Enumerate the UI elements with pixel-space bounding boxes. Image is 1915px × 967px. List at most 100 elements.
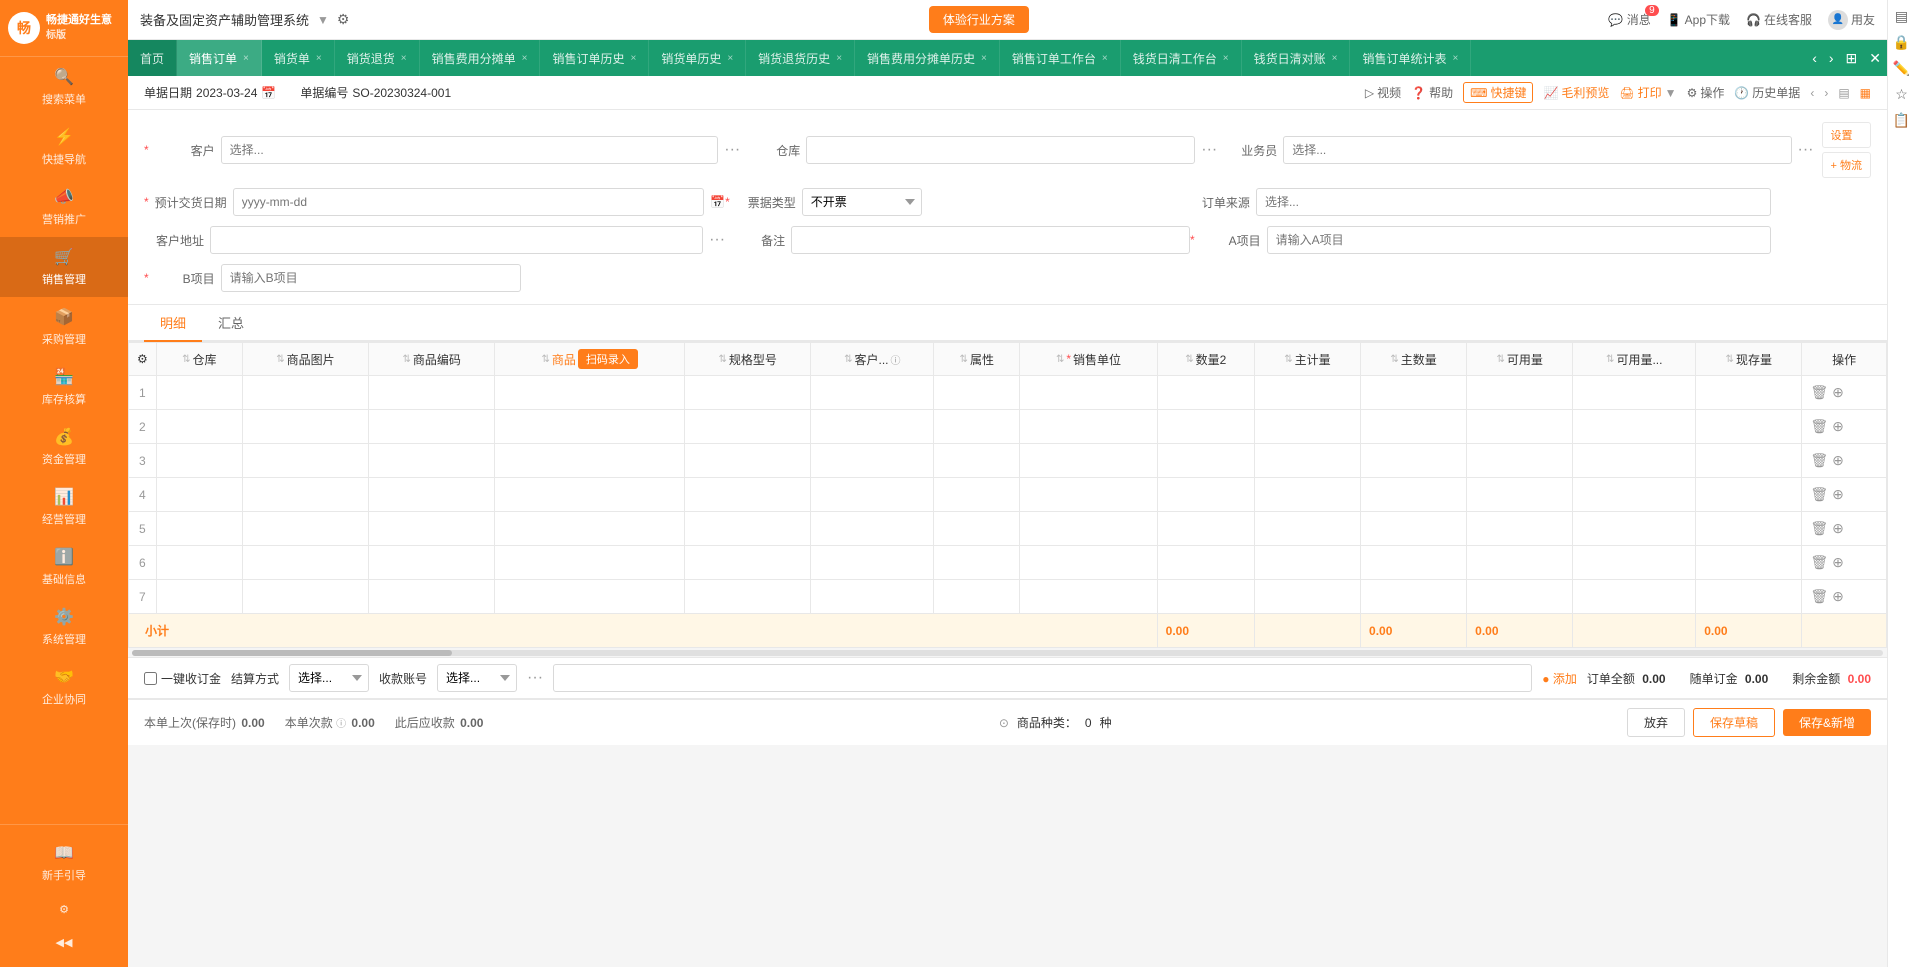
row-6-customer-code[interactable] (811, 546, 934, 580)
view-action[interactable]: ▷ 视频 (1365, 84, 1401, 101)
row-7-main-qty[interactable] (1361, 580, 1467, 614)
tab-close-return-history[interactable]: × (836, 53, 842, 64)
tab-close-sales-return[interactable]: × (401, 53, 407, 64)
row-2-customer-code[interactable] (811, 410, 934, 444)
row-2-attribute[interactable] (934, 410, 1020, 444)
row-6-attribute[interactable] (934, 546, 1020, 580)
operation-action[interactable]: ⚙ 操作 (1687, 84, 1725, 101)
copy-icon-4[interactable]: ⊕ (1832, 486, 1844, 503)
row-2-main-unit[interactable] (1254, 410, 1360, 444)
online-support[interactable]: 🎧 在线客服 (1746, 11, 1812, 28)
tab-order-workbench[interactable]: 销售订单工作台 × (1000, 40, 1121, 76)
tab-close-cash-daily[interactable]: × (1223, 53, 1229, 64)
sidebar-item-quick-nav[interactable]: ⚡ 快捷导航 (0, 117, 128, 177)
row-2-qty2[interactable] (1157, 410, 1254, 444)
tab-cash-reconcile[interactable]: 钱货日清对账 × (1242, 40, 1351, 76)
tab-sales-expense[interactable]: 销售费用分摊单 × (420, 40, 541, 76)
sidebar-collapse-btn[interactable]: ◀◀ (0, 926, 128, 959)
row-2-warehouse[interactable] (156, 410, 242, 444)
settings-gear-icon[interactable]: ⚙ (337, 11, 350, 28)
delete-icon-5[interactable]: 🗑 (1810, 520, 1828, 537)
tab-invoice-history[interactable]: 销货单历史 × (649, 40, 746, 76)
row-2-product[interactable] (495, 410, 685, 444)
tab-detail[interactable]: 明细 (144, 305, 202, 342)
customer-more-icon[interactable]: ··· (724, 141, 740, 159)
sidebar-item-search[interactable]: 🔍 搜索菜单 (0, 57, 128, 117)
amount-input[interactable]: 0.00 (553, 664, 1532, 692)
copy-icon-3[interactable]: ⊕ (1832, 452, 1844, 469)
row-5-unit[interactable] (1020, 512, 1157, 546)
help-action[interactable]: ❓ 帮助 (1411, 84, 1453, 101)
sidebar-settings-btn[interactable]: ⚙ (0, 893, 128, 926)
solution-btn[interactable]: 体验行业方案 (929, 6, 1029, 33)
app-download[interactable]: 📱 App下载 (1667, 11, 1730, 28)
row-6-warehouse[interactable] (156, 546, 242, 580)
row-1-product[interactable] (495, 376, 685, 410)
tab-sales-stats[interactable]: 销售订单统计表 × (1350, 40, 1471, 76)
sidebar-item-system[interactable]: ⚙️ 系统管理 (0, 597, 128, 657)
sidebar-item-marketing[interactable]: 📣 营销推广 (0, 177, 128, 237)
row-1-qty2[interactable] (1157, 376, 1254, 410)
delete-icon-1[interactable]: 🗑 (1810, 384, 1828, 401)
row-4-main-qty[interactable] (1361, 478, 1467, 512)
row-4-customer-code[interactable] (811, 478, 934, 512)
form-view-icon[interactable]: ▦ (1860, 86, 1871, 100)
tab-close-sales-stats[interactable]: × (1452, 53, 1458, 64)
sidebar-item-purchase[interactable]: 📦 采购管理 (0, 297, 128, 357)
row-4-spec[interactable] (685, 478, 811, 512)
tab-close-invoice-history[interactable]: × (727, 53, 733, 64)
row-3-main-unit[interactable] (1254, 444, 1360, 478)
row-1-customer-code[interactable] (811, 376, 934, 410)
tab-close-expense-history[interactable]: × (981, 53, 987, 64)
row-6-spec[interactable] (685, 546, 811, 580)
sidebar-item-guide[interactable]: 📖 新手引导 (0, 833, 128, 893)
tab-close-cash-reconcile[interactable]: × (1332, 53, 1338, 64)
row-1-code[interactable] (369, 376, 495, 410)
row-7-code[interactable] (369, 580, 495, 614)
delete-icon-7[interactable]: 🗑 (1810, 588, 1828, 605)
tab-cash-daily[interactable]: 钱货日清工作台 × (1121, 40, 1242, 76)
row-5-customer-code[interactable] (811, 512, 934, 546)
print-dropdown-icon[interactable]: ▼ (1665, 86, 1677, 100)
tab-sales-order-history[interactable]: 销售订单历史 × (540, 40, 649, 76)
row-4-product[interactable] (495, 478, 685, 512)
next-record-icon[interactable]: › (1824, 86, 1828, 100)
save-draft-btn[interactable]: 保存草稿 (1693, 708, 1775, 737)
column-settings-icon[interactable]: ⚙ (137, 352, 148, 366)
copy-icon-7[interactable]: ⊕ (1832, 588, 1844, 605)
profit-action[interactable]: 📈 毛利预览 (1543, 84, 1609, 101)
row-3-attribute[interactable] (934, 444, 1020, 478)
sidebar-item-finance[interactable]: 💰 资金管理 (0, 417, 128, 477)
sidebar-item-base-info[interactable]: ℹ️ 基础信息 (0, 537, 128, 597)
row-5-warehouse[interactable] (156, 512, 242, 546)
scroll-row[interactable] (128, 648, 1887, 658)
nav-next-icon[interactable]: › (1823, 50, 1840, 66)
nav-close-all-icon[interactable]: ✕ (1863, 50, 1887, 67)
right-icon-star[interactable]: ☆ (1890, 82, 1914, 106)
tab-close-order-history[interactable]: × (630, 53, 636, 64)
right-icon-grid[interactable]: ▤ (1890, 4, 1914, 28)
row-4-main-unit[interactable] (1254, 478, 1360, 512)
row-3-warehouse[interactable] (156, 444, 242, 478)
row-1-main-unit[interactable] (1254, 376, 1360, 410)
scan-btn[interactable]: 扫码录入 (578, 349, 638, 369)
copy-icon-6[interactable]: ⊕ (1832, 554, 1844, 571)
row-1-warehouse[interactable] (156, 376, 242, 410)
scroll-thumb[interactable] (132, 650, 452, 656)
delivery-input[interactable] (233, 188, 704, 216)
right-icon-lock[interactable]: 🔒 (1890, 30, 1914, 54)
staff-more-icon[interactable]: ··· (1798, 141, 1814, 159)
tab-summary[interactable]: 汇总 (202, 305, 260, 340)
discard-btn[interactable]: 放弃 (1627, 708, 1685, 737)
customer-input[interactable] (221, 136, 719, 164)
copy-icon-2[interactable]: ⊕ (1832, 418, 1844, 435)
row-4-attribute[interactable] (934, 478, 1020, 512)
account-select[interactable]: 选择... (437, 664, 517, 692)
user-avatar[interactable]: 👤 用友 (1828, 10, 1875, 30)
settings-btn[interactable]: 设置 (1822, 122, 1871, 148)
delivery-calendar-icon[interactable]: 📅 (710, 195, 725, 209)
row-5-qty2[interactable] (1157, 512, 1254, 546)
sidebar-item-inventory[interactable]: 🏪 库存核算 (0, 357, 128, 417)
list-view-icon[interactable]: ▤ (1838, 86, 1849, 100)
copy-icon-5[interactable]: ⊕ (1832, 520, 1844, 537)
